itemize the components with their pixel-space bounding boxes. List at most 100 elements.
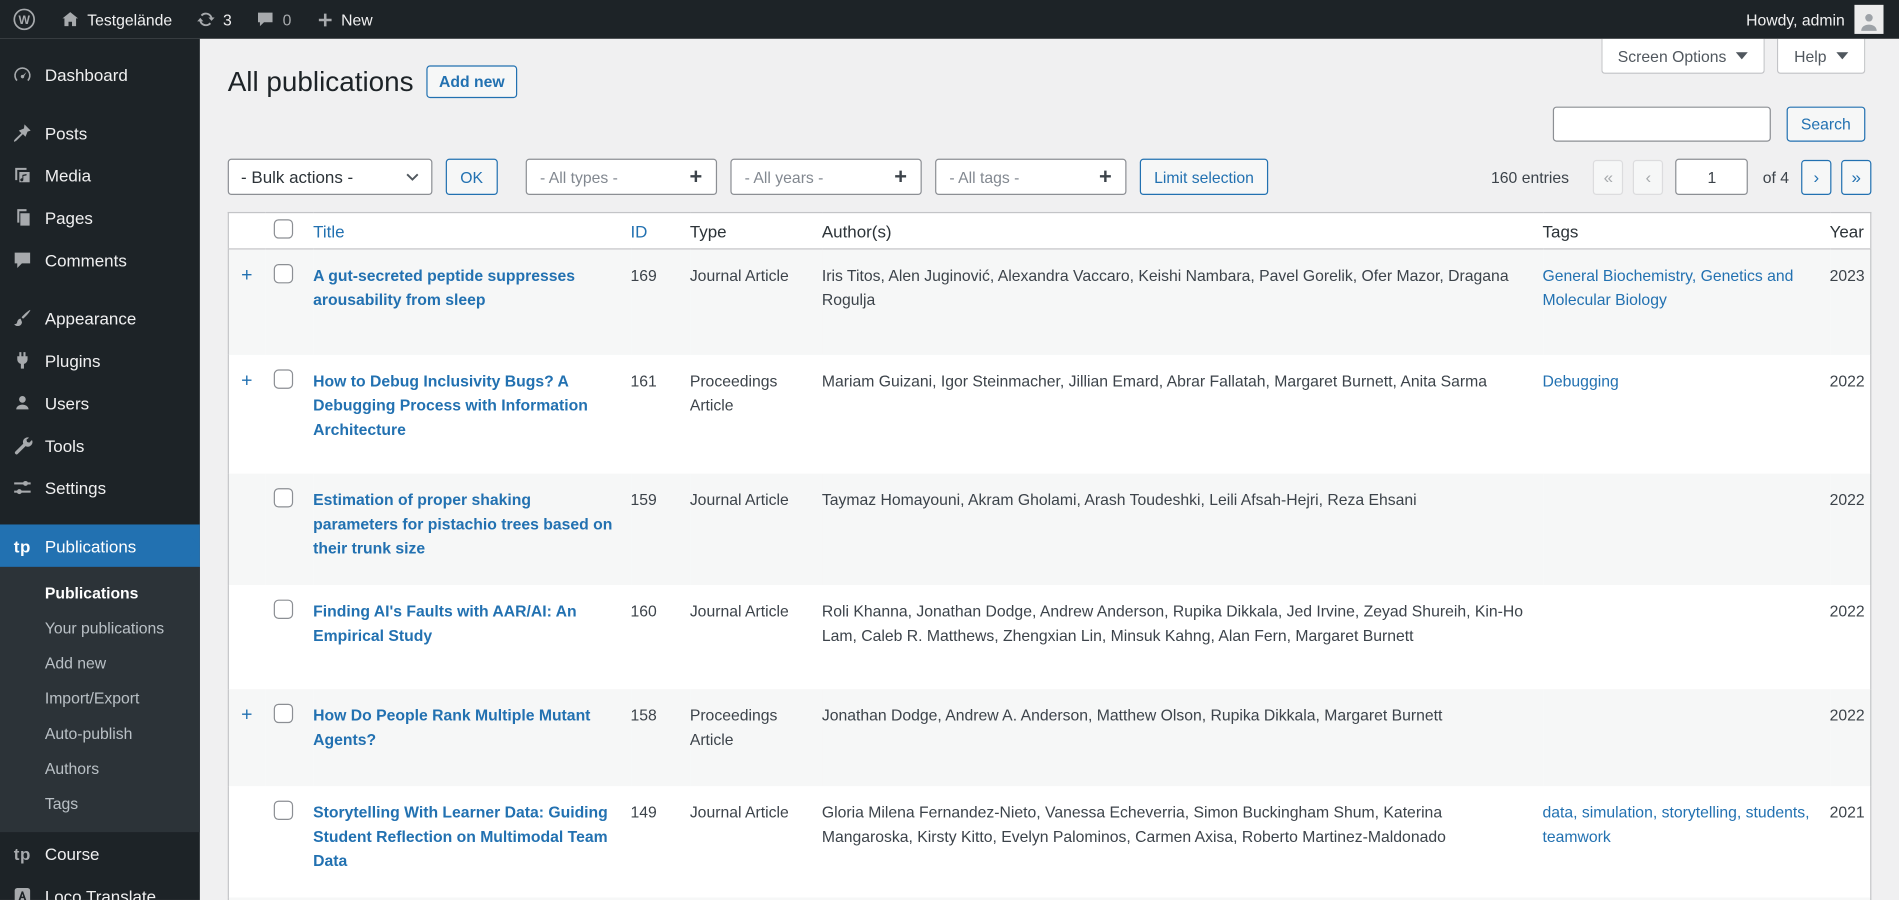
row-checkbox[interactable] [273,800,293,820]
sidebar-item-settings[interactable]: Settings [0,466,200,508]
publication-title-link[interactable]: Finding AI's Faults with AAR/AI: An Empi… [313,601,577,643]
all-types-filter[interactable]: - All types - + [525,158,717,196]
title-cell: Storytelling With Learner Data: Guiding … [313,786,630,897]
publication-title-link[interactable]: Storytelling With Learner Data: Guiding … [313,802,608,869]
sidebar-item-comments[interactable]: Comments [0,239,200,281]
entries-count: 160 entries [1491,167,1569,186]
help-tab[interactable]: Help [1777,38,1866,74]
sidebar-item-users[interactable]: Users [0,382,200,424]
checkbox-cell [265,473,313,584]
publication-title-link[interactable]: How Do People Rank Multiple Mutant Agent… [313,706,590,748]
users-icon [0,392,45,413]
sidebar-item-posts[interactable]: Posts [0,111,200,153]
year-cell: 2022 [1829,371,1865,390]
authors-cell: Taymaz Homayouni, Akram Gholami, Arash T… [821,489,1417,509]
sidebar-item-media[interactable]: Media [0,154,200,196]
comment-icon [256,10,275,29]
screen-options-tab[interactable]: Screen Options [1600,38,1766,74]
row-checkbox[interactable] [273,264,293,284]
checkbox-cell [265,786,313,897]
publication-title-link[interactable]: Estimation of proper shaking parameters … [313,490,612,557]
row-checkbox[interactable] [273,598,293,619]
tag-links[interactable]: General Biochemistry, Genetics and Molec… [1543,266,1794,308]
submenu-item-tags[interactable]: Tags [0,786,200,821]
sidebar-item-course[interactable]: tp Course [0,832,200,874]
title-cell: Finding AI's Faults with AAR/AI: An Empi… [313,584,630,688]
submenu-item-auto-publish[interactable]: Auto-publish [0,716,200,751]
submenu-item-add-new[interactable]: Add new [0,646,200,681]
id-cell: 159 [630,489,657,509]
main-content: Screen Options Help All publications Add… [200,38,1899,900]
type-cell: Journal Article [689,601,789,620]
title-cell: How Do People Rank Multiple Mutant Agent… [313,689,630,786]
wp-logo-menu[interactable]: W [0,0,48,39]
sidebar-item-label: Dashboard [44,64,128,85]
updates-menu[interactable]: 3 [184,0,244,39]
submenu-item-publications[interactable]: Publications [0,575,200,610]
search-input[interactable] [1552,106,1771,142]
add-new-button[interactable]: Add new [426,65,517,99]
sidebar-item-appearance[interactable]: Appearance [0,297,200,339]
year-cell: 2021 [1829,802,1865,821]
settings-icon [0,477,45,498]
avatar[interactable] [1854,4,1884,34]
tp-icon: tp [13,843,32,864]
first-page-button[interactable]: « [1593,159,1624,195]
howdy-text[interactable]: Howdy, admin [1746,10,1845,28]
site-name[interactable]: Testgelände [48,0,184,39]
publication-title-link[interactable]: A gut-secreted peptide suppresses arousa… [313,266,575,308]
sidebar-item-loco-translate[interactable]: Loco Translate [0,875,200,900]
row-checkbox[interactable] [273,703,293,723]
search-button[interactable]: Search [1786,106,1866,142]
select-all-checkbox[interactable] [273,219,293,239]
media-icon [0,165,45,186]
column-header-year: Year [1829,212,1871,250]
limit-selection-button[interactable]: Limit selection [1139,158,1269,196]
sidebar-item-pages[interactable]: Pages [0,196,200,238]
last-page-button[interactable]: » [1841,159,1872,195]
all-years-filter[interactable]: - All years - + [730,158,922,196]
tag-links[interactable]: data, simulation, storytelling, students… [1543,802,1810,844]
ok-button[interactable]: OK [445,158,498,196]
bulk-actions-select[interactable]: - Bulk actions - [227,158,433,196]
new-label: New [341,10,373,29]
sidebar-item-label: Publications [44,535,137,556]
sidebar-item-tools[interactable]: Tools [0,424,200,466]
updates-count: 3 [223,10,232,29]
title-cell: Estimation of proper shaking parameters … [313,473,630,584]
column-header-title[interactable]: Title [313,212,631,250]
row-checkbox[interactable] [273,487,293,507]
sidebar-item-plugins[interactable]: Plugins [0,339,200,381]
checkbox-cell [265,689,313,786]
submenu-item-your-publications[interactable]: Your publications [0,610,200,645]
publication-title-link[interactable]: How to Debug Inclusivity Bugs? A Debuggi… [313,371,588,438]
expand-row-icon[interactable]: + [241,370,252,391]
column-header-id[interactable]: ID [630,212,690,250]
expand-row-icon[interactable]: + [241,265,252,286]
admin-bar: W Testgelände 3 0 New Howdy, admin [0,0,1899,39]
all-tags-filter[interactable]: - All tags - + [934,158,1127,196]
id-cell: 169 [630,266,657,285]
new-content-menu[interactable]: New [304,0,385,39]
current-page-input[interactable] [1675,158,1749,196]
sidebar-item-publications[interactable]: tp Publications [0,524,200,567]
prev-page-button[interactable]: ‹ [1633,159,1664,195]
expand-cell [228,473,264,584]
tags-cell [1543,689,1830,786]
svg-text:W: W [19,13,31,27]
next-page-button[interactable]: › [1801,159,1832,195]
home-icon [61,10,80,29]
table-row: Estimation of proper shaking parameters … [228,472,1871,585]
tags-cell [1543,584,1830,688]
authors-cell: Roli Khanna, Jonathan Dodge, Andrew Ande… [821,601,1523,644]
checkbox-cell [265,584,313,688]
expand-row-icon[interactable]: + [241,704,252,725]
tag-links[interactable]: Debugging [1543,371,1619,389]
sidebar-item-dashboard[interactable]: Dashboard [0,53,200,95]
submenu-item-import-export[interactable]: Import/Export [0,681,200,716]
submenu-item-authors[interactable]: Authors [0,751,200,786]
type-cell: Journal Article [689,802,789,821]
comments-menu[interactable]: 0 [244,0,304,39]
row-checkbox[interactable] [273,368,293,389]
site-name-label: Testgelände [87,10,173,29]
